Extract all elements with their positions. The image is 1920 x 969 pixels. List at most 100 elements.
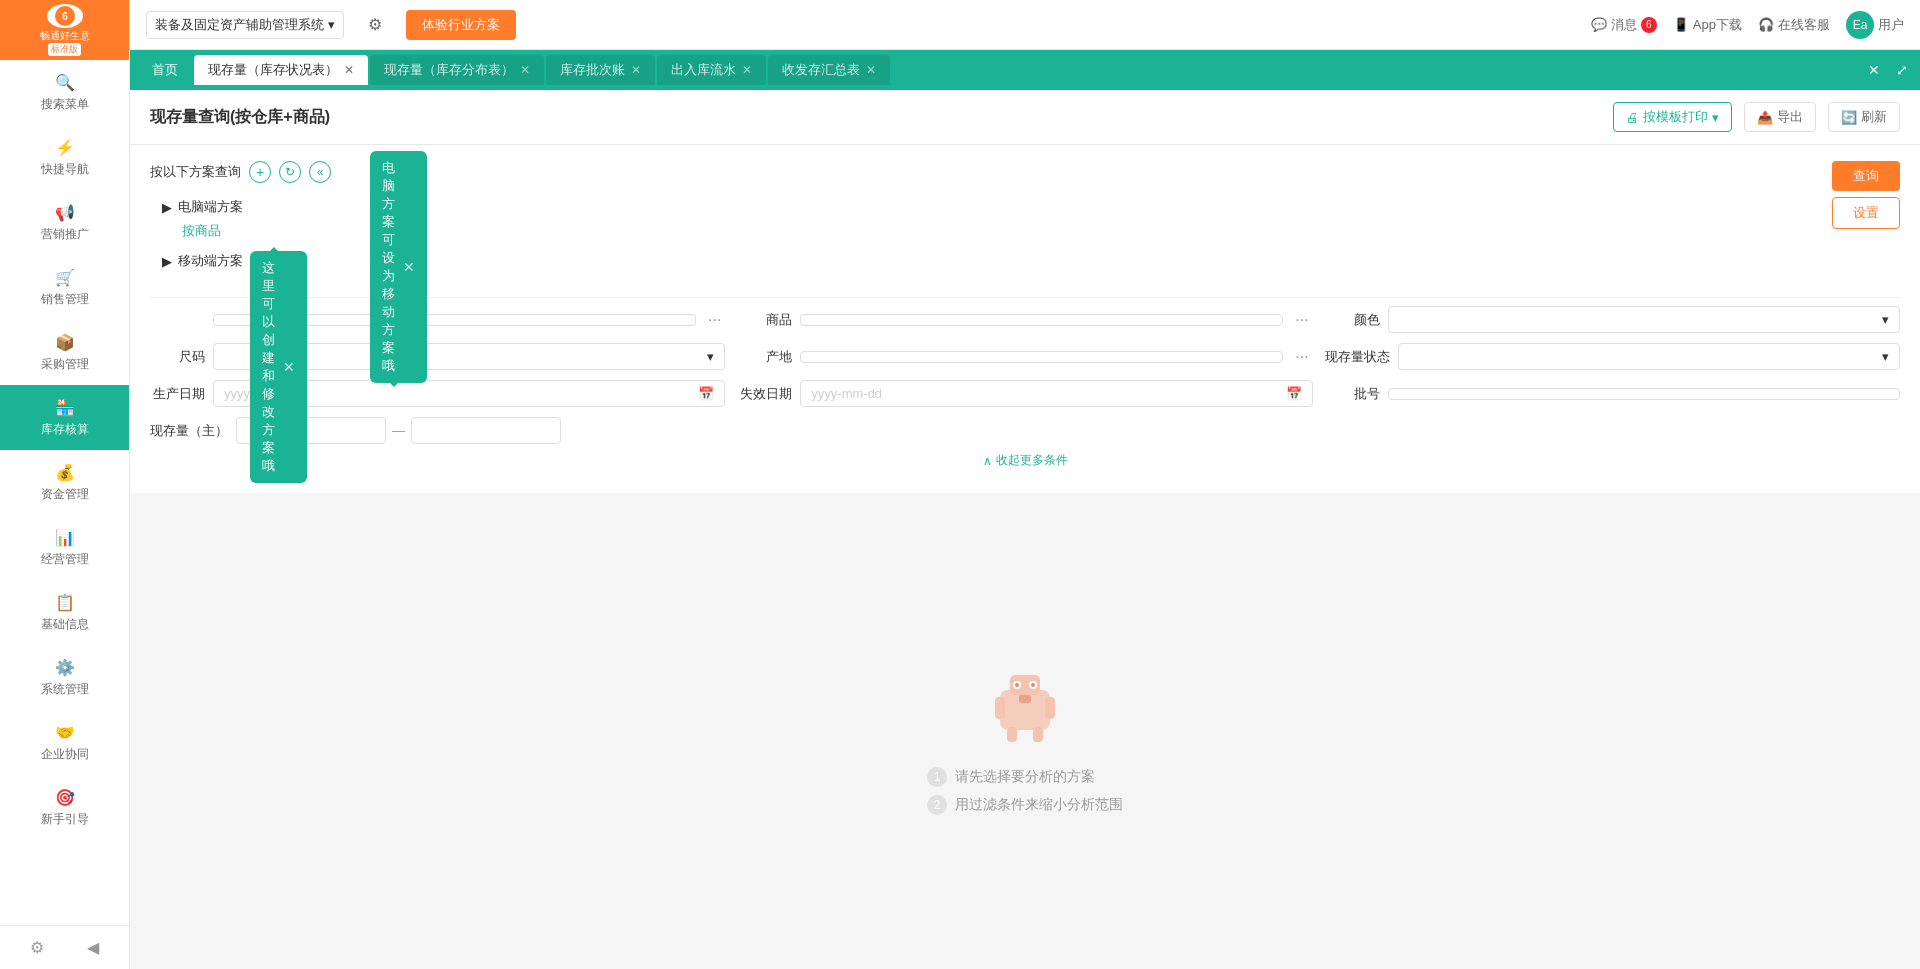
tooltip-2-text: 这里可以创建和修改方案哦 (262, 259, 275, 475)
sidebar-item-quick[interactable]: ⚡ 快捷导航 (0, 125, 129, 190)
tab-batch-account-label: 库存批次账 (560, 61, 625, 79)
svg-rect-8 (1019, 695, 1031, 703)
user-item[interactable]: Ea 用户 (1846, 11, 1904, 39)
logo-text: 畅通好生意 (40, 30, 90, 42)
stock-status-select[interactable]: ▾ (1398, 343, 1900, 370)
arrow-right-mobile-icon: ▶ (162, 254, 172, 269)
expire-date-label: 失效日期 (737, 385, 792, 403)
calendar-expire-icon[interactable]: 📅 (1286, 386, 1302, 401)
warehouse-dots[interactable]: ··· (704, 311, 725, 329)
tooltip-1-close[interactable]: ✕ (403, 259, 415, 275)
print-dropdown-icon: ▾ (1712, 110, 1719, 125)
sidebar-item-inventory[interactable]: 🏪 库存核算 (0, 385, 129, 450)
print-btn[interactable]: 🖨 按模板打印 ▾ (1613, 102, 1732, 132)
collapse-bar[interactable]: ∧ 收起更多条件 (150, 444, 1900, 477)
tab-bar-right: ✕ ⤢ (1864, 58, 1912, 82)
tab-close-collect-summary[interactable]: ✕ (866, 63, 876, 77)
filter-sync-btn[interactable]: ↻ (279, 161, 301, 183)
warehouse-col: ··· (150, 311, 725, 329)
sidebar-label-guide: 新手引导 (41, 811, 89, 828)
tip-1-text: 请先选择要分析的方案 (955, 768, 1095, 786)
svg-point-6 (1015, 683, 1019, 687)
inventory-icon: 🏪 (55, 397, 75, 417)
top-bar: 装备及固定资产辅助管理系统 ▾ ⚙ 体验行业方案 💬 消息 6 📱 App下载 … (130, 0, 1920, 50)
tab-close-inout-flow[interactable]: ✕ (742, 63, 752, 77)
sidebar-nav: 🔍 搜索菜单 ⚡ 快捷导航 📢 营销推广 🛒 销售管理 📦 采购管理 🏪 (0, 60, 129, 925)
solution-btn[interactable]: 体验行业方案 (406, 10, 516, 40)
export-icon: 📤 (1757, 110, 1773, 125)
search-button[interactable]: 查询 (1832, 161, 1900, 191)
sidebar-item-purchase[interactable]: 📦 采购管理 (0, 320, 129, 385)
pc-scheme-label: 电脑端方案 (178, 198, 243, 216)
reset-button[interactable]: 设置 (1832, 197, 1900, 229)
sidebar-item-guide[interactable]: 🎯 新手引导 (0, 775, 129, 840)
tab-close-all-icon[interactable]: ✕ (1864, 58, 1884, 82)
origin-input[interactable] (800, 351, 1283, 363)
sidebar-item-search[interactable]: 🔍 搜索菜单 (0, 60, 129, 125)
logo-icon: 6 (47, 4, 83, 28)
chevron-down-icon: ▾ (328, 17, 335, 32)
user-label: 用户 (1878, 16, 1904, 34)
sidebar-label-finance: 资金管理 (41, 486, 89, 503)
svg-rect-12 (1033, 727, 1043, 742)
sidebar-item-system[interactable]: ⚙️ 系统管理 (0, 645, 129, 710)
sidebar-item-marketing[interactable]: 📢 营销推广 (0, 190, 129, 255)
tab-inventory-dist[interactable]: 现存量（库存分布表） ✕ (370, 55, 544, 85)
filter-add-btn[interactable]: + (249, 161, 271, 183)
tab-home[interactable]: 首页 (138, 55, 192, 85)
collapse-up-icon: ∧ (983, 454, 992, 468)
tooltip-popup-1: 电脑方案可设为移动方案哦 ✕ (370, 151, 427, 383)
message-item[interactable]: 💬 消息 6 (1591, 16, 1657, 34)
filter-header: 按以下方案查询 + ↻ « 电脑方案可设为移动方案哦 ✕ (150, 161, 1900, 183)
chevron-down-size: ▾ (707, 349, 714, 364)
tooltip-2-close[interactable]: ✕ (283, 359, 295, 375)
tab-expand-icon[interactable]: ⤢ (1892, 58, 1912, 82)
logo-badge: 标准版 (48, 43, 81, 56)
sidebar-item-cooperation[interactable]: 🤝 企业协同 (0, 710, 129, 775)
tab-close-inventory-status[interactable]: ✕ (344, 63, 354, 77)
tab-inventory-status[interactable]: 现存量（库存状况表） ✕ (194, 55, 368, 85)
stock-qty-to[interactable] (411, 417, 561, 444)
tip-2-text: 用过滤条件来缩小分析范围 (955, 796, 1123, 814)
tab-close-inventory-dist[interactable]: ✕ (520, 63, 530, 77)
sidebar-item-sales[interactable]: 🛒 销售管理 (0, 255, 129, 320)
sidebar-item-basic[interactable]: 📋 基础信息 (0, 580, 129, 645)
production-date-label: 生产日期 (150, 385, 205, 403)
sidebar-item-operations[interactable]: 📊 经营管理 (0, 515, 129, 580)
size-col: 尺码 ▾ (150, 343, 725, 370)
collapse-footer-btn[interactable]: ◀ (87, 938, 99, 957)
tab-collect-summary[interactable]: 收发存汇总表 ✕ (768, 55, 890, 85)
tab-batch-account[interactable]: 库存批次账 ✕ (546, 55, 655, 85)
sidebar-item-finance[interactable]: 💰 资金管理 (0, 450, 129, 515)
calendar-production-icon[interactable]: 📅 (698, 386, 714, 401)
guide-icon: 🎯 (55, 787, 75, 807)
tab-inout-flow[interactable]: 出入库流水 ✕ (657, 55, 766, 85)
origin-dots[interactable]: ··· (1291, 348, 1312, 366)
settings-footer-btn[interactable]: ⚙ (30, 938, 44, 957)
app-download-item[interactable]: 📱 App下载 (1673, 16, 1742, 34)
finance-icon: 💰 (55, 462, 75, 482)
goods-input[interactable] (800, 314, 1283, 326)
tab-bar: 首页 现存量（库存状况表） ✕ 现存量（库存分布表） ✕ 库存批次账 ✕ 出入库… (130, 50, 1920, 90)
settings-button[interactable]: ⚙ (360, 10, 390, 40)
sidebar-label-purchase: 采购管理 (41, 356, 89, 373)
goods-dots[interactable]: ··· (1291, 311, 1312, 329)
tab-close-batch-account[interactable]: ✕ (631, 63, 641, 77)
refresh-btn[interactable]: 🔄 刷新 (1828, 102, 1900, 132)
color-label: 颜色 (1325, 311, 1380, 329)
export-btn[interactable]: 📤 导出 (1744, 102, 1816, 132)
sidebar: 6 畅通好生意 标准版 🔍 搜索菜单 ⚡ 快捷导航 📢 营销推广 🛒 销售管理 (0, 0, 130, 969)
system-selector[interactable]: 装备及固定资产辅助管理系统 ▾ (146, 11, 344, 39)
batch-input[interactable] (1388, 388, 1900, 400)
tip-num-2: 2 (927, 795, 947, 815)
empty-tips: 1 请先选择要分析的方案 2 用过滤条件来缩小分析范围 (927, 767, 1123, 815)
filter-back-btn[interactable]: « (309, 161, 331, 183)
search-icon: 🔍 (55, 72, 75, 92)
svg-text:6: 6 (62, 11, 68, 22)
online-support-item[interactable]: 🎧 在线客服 (1758, 16, 1830, 34)
svg-point-7 (1031, 683, 1035, 687)
sidebar-label-system: 系统管理 (41, 681, 89, 698)
expire-date-input[interactable]: yyyy-mm-dd 📅 (800, 380, 1312, 407)
color-select[interactable]: ▾ (1388, 306, 1900, 333)
empty-state: 1 请先选择要分析的方案 2 用过滤条件来缩小分析范围 (130, 501, 1920, 969)
